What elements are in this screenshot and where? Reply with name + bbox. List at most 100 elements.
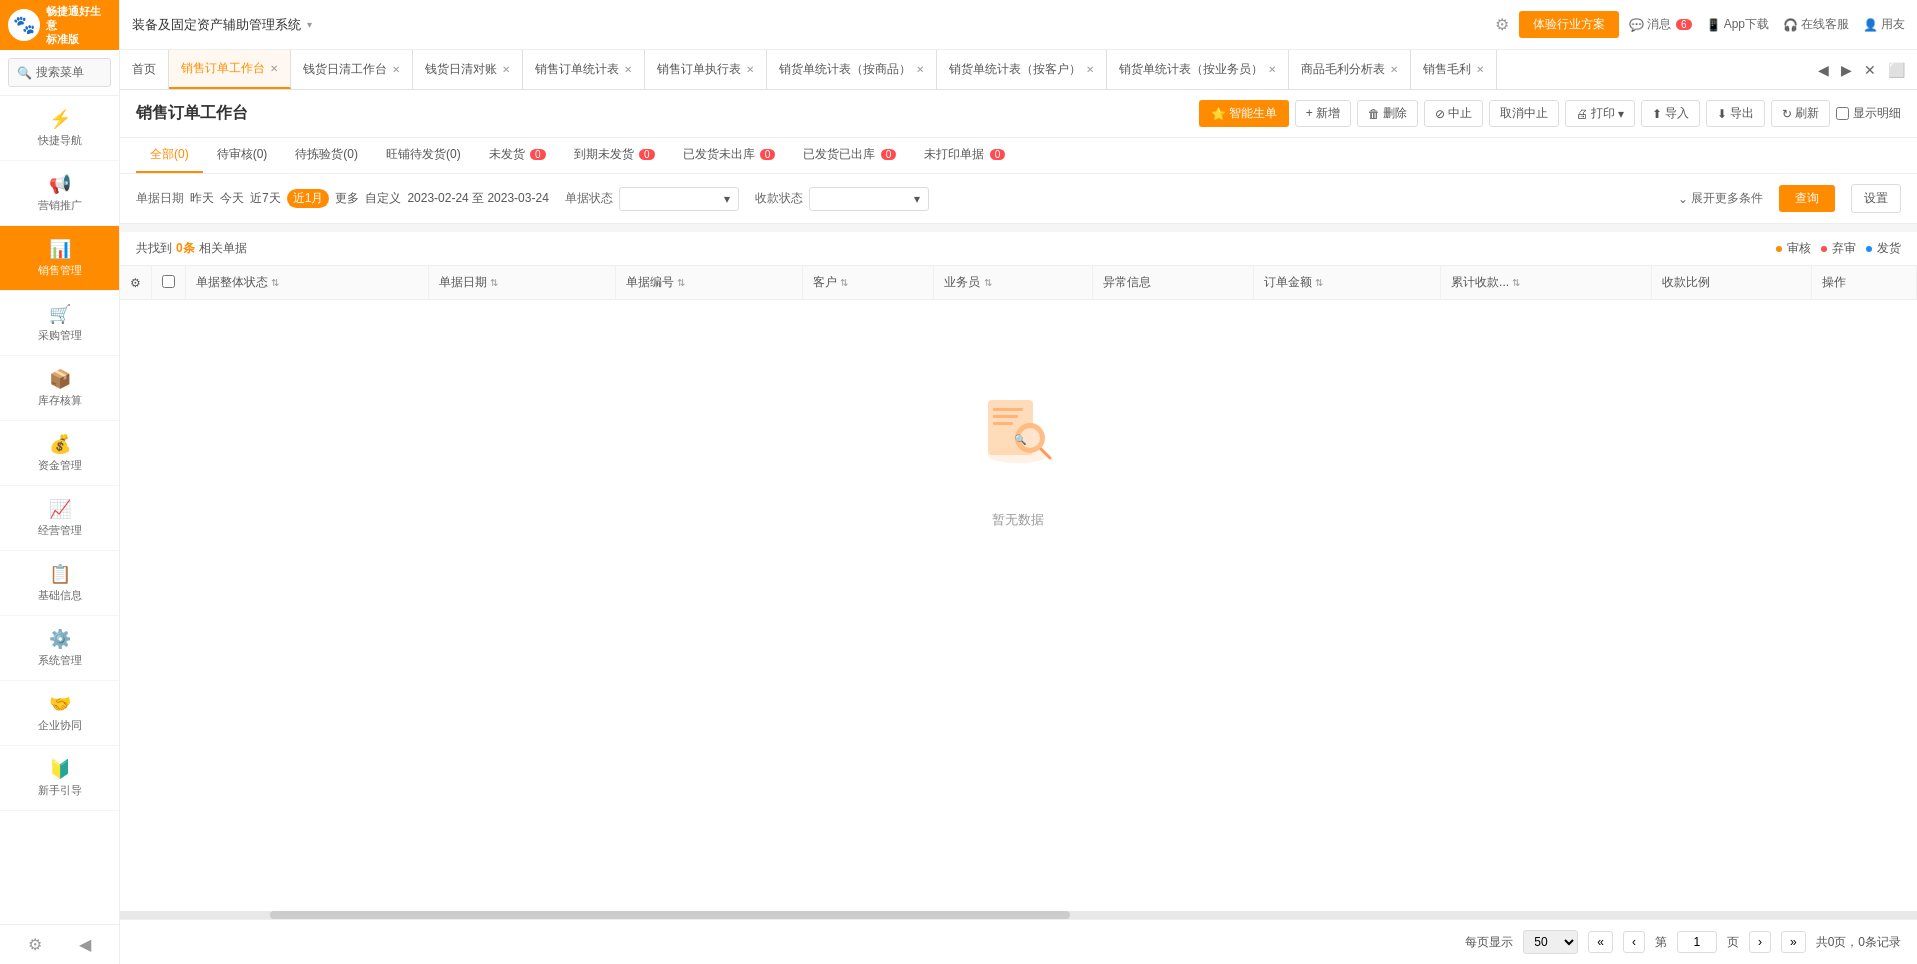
tab-profit[interactable]: 销售毛利 ✕ — [1411, 50, 1497, 89]
filter-date-yesterday[interactable]: 昨天 — [190, 190, 214, 207]
filter-payment-select[interactable]: ▾ — [809, 187, 929, 211]
sidebar-item-sales[interactable]: 📊 销售管理 — [0, 226, 119, 291]
filter-settings-button[interactable]: 设置 — [1851, 184, 1901, 213]
user-action[interactable]: 👤 用友 — [1863, 16, 1905, 33]
logo-line2: 标准版 — [46, 32, 111, 46]
subtab-shipped-stored[interactable]: 已发货已出库 0 — [789, 138, 910, 173]
sidebar-search[interactable]: 🔍 搜索菜单 — [0, 50, 119, 96]
sidebar-footer: ⚙ ◀ — [0, 924, 119, 964]
col-number[interactable]: 单据编号 ⇅ — [616, 266, 803, 300]
export-button[interactable]: ⬇ 导出 — [1706, 100, 1765, 127]
sidebar-item-system[interactable]: ⚙️ 系统管理 — [0, 616, 119, 681]
tab-sales-stats[interactable]: 销售订单统计表 ✕ — [523, 50, 645, 89]
tabs-scroll-right[interactable]: ▶ — [1837, 60, 1856, 80]
tab-cash-reconcile-close[interactable]: ✕ — [502, 64, 510, 75]
delete-button[interactable]: 🗑 删除 — [1357, 100, 1418, 127]
first-page-button[interactable]: « — [1588, 931, 1613, 953]
tab-cash-daily[interactable]: 钱货日清工作台 ✕ — [291, 50, 413, 89]
tab-sales-exec[interactable]: 销售订单执行表 ✕ — [645, 50, 767, 89]
tab-margin[interactable]: 商品毛利分析表 ✕ — [1289, 50, 1411, 89]
tab-sales-stats-close[interactable]: ✕ — [624, 64, 632, 75]
tab-cash-daily-close[interactable]: ✕ — [392, 64, 400, 75]
prev-page-button[interactable]: ‹ — [1623, 931, 1645, 953]
expand-filter-button[interactable]: ⌄ 展开更多条件 — [1678, 190, 1763, 207]
tab-sales-workbench[interactable]: 销售订单工作台 ✕ — [169, 50, 291, 89]
app-download-action[interactable]: 📱 App下载 — [1706, 16, 1769, 33]
tabs-maximize[interactable]: ⬜ — [1884, 60, 1909, 80]
filter-date-today[interactable]: 今天 — [220, 190, 244, 207]
tab-margin-close[interactable]: ✕ — [1390, 64, 1398, 75]
tab-home[interactable]: 首页 — [120, 50, 169, 89]
tab-summary-staff-close[interactable]: ✕ — [1268, 64, 1276, 75]
tab-summary-staff[interactable]: 销货单统计表（按业务员） ✕ — [1107, 50, 1289, 89]
footer-collapse-icon[interactable]: ◀ — [79, 935, 91, 954]
query-button[interactable]: 查询 — [1779, 185, 1835, 212]
review-button[interactable]: 审核 — [1776, 240, 1811, 257]
sidebar-item-inventory[interactable]: 📦 库存核算 — [0, 356, 119, 421]
subtab-pending-inspect[interactable]: 待拣验货(0) — [281, 138, 372, 173]
subtab-all[interactable]: 全部(0) — [136, 138, 203, 173]
sidebar-item-marketing[interactable]: 📢 营销推广 — [0, 161, 119, 226]
col-customer[interactable]: 客户 ⇅ — [803, 266, 934, 300]
tab-summary-customer-close[interactable]: ✕ — [1086, 64, 1094, 75]
tab-sales-workbench-close[interactable]: ✕ — [270, 63, 278, 74]
col-status[interactable]: 单据整体状态 ⇅ — [186, 266, 429, 300]
filter-date-1month[interactable]: 近1月 — [287, 189, 330, 208]
tab-summary-product[interactable]: 销货单统计表（按商品） ✕ — [767, 50, 937, 89]
ship-button[interactable]: 发货 — [1866, 240, 1901, 257]
subtab-unprinted[interactable]: 未打印单据 0 — [910, 138, 1019, 173]
unreviewed-button[interactable]: 弃审 — [1821, 240, 1856, 257]
filter-status-select[interactable]: ▾ — [619, 187, 739, 211]
tab-profit-close[interactable]: ✕ — [1476, 64, 1484, 75]
next-page-button[interactable]: › — [1749, 931, 1771, 953]
sidebar-item-finance[interactable]: 💰 资金管理 — [0, 421, 119, 486]
subtab-unshipped[interactable]: 未发货 0 — [475, 138, 560, 173]
subtab-pending-review[interactable]: 待审核(0) — [203, 138, 282, 173]
filter-date-7days[interactable]: 近7天 — [250, 190, 281, 207]
scrollbar-thumb[interactable] — [270, 911, 1070, 919]
per-page-select[interactable]: 50 10 20 100 — [1523, 930, 1578, 954]
horizontal-scrollbar[interactable] — [120, 911, 1917, 919]
filter-date-more[interactable]: 更多 — [335, 190, 359, 207]
online-service-action[interactable]: 🎧 在线客服 — [1783, 16, 1849, 33]
show-detail-checkbox[interactable] — [1836, 107, 1849, 120]
col-checkbox[interactable] — [152, 266, 186, 300]
refresh-button[interactable]: ↻ 刷新 — [1771, 100, 1830, 127]
sidebar-item-basic[interactable]: 📋 基础信息 — [0, 551, 119, 616]
stop-button[interactable]: ⊘ 中止 — [1424, 100, 1483, 127]
tabs-close-all[interactable]: ✕ — [1860, 60, 1880, 80]
footer-settings-icon[interactable]: ⚙ — [28, 935, 42, 954]
settings-gear-icon[interactable]: ⚙ — [1495, 15, 1509, 34]
sidebar-item-purchase[interactable]: 🛒 采购管理 — [0, 291, 119, 356]
subtab-wangpu[interactable]: 旺铺待发货(0) — [372, 138, 475, 173]
col-staff[interactable]: 业务员 ⇅ — [934, 266, 1093, 300]
select-all-checkbox[interactable] — [162, 275, 175, 288]
sidebar-item-guide[interactable]: 🔰 新手引导 — [0, 746, 119, 811]
add-button[interactable]: + 新增 — [1295, 100, 1351, 127]
import-button[interactable]: ⬆ 导入 — [1641, 100, 1700, 127]
trial-button[interactable]: 体验行业方案 — [1519, 11, 1619, 38]
messages-action[interactable]: 💬 消息 6 — [1629, 16, 1692, 33]
col-amount[interactable]: 订单金额 ⇅ — [1254, 266, 1441, 300]
search-menu-button[interactable]: 🔍 搜索菜单 — [8, 58, 111, 87]
page-input[interactable] — [1677, 931, 1717, 953]
col-collected[interactable]: 累计收款... ⇅ — [1441, 266, 1651, 300]
ai-button[interactable]: ⭐ 智能生单 — [1199, 100, 1289, 127]
print-button[interactable]: 🖨 打印 ▾ — [1565, 100, 1635, 127]
last-page-button[interactable]: » — [1781, 931, 1806, 953]
cancel-stop-button[interactable]: 取消中止 — [1489, 100, 1559, 127]
tab-cash-reconcile[interactable]: 钱货日清对账 ✕ — [413, 50, 523, 89]
sidebar-item-enterprise[interactable]: 🤝 企业协同 — [0, 681, 119, 746]
sidebar-item-quick-nav[interactable]: ⚡ 快捷导航 — [0, 96, 119, 161]
tab-summary-customer[interactable]: 销货单统计表（按客户） ✕ — [937, 50, 1107, 89]
subtab-overdue[interactable]: 到期未发货 0 — [560, 138, 669, 173]
col-date[interactable]: 单据日期 ⇅ — [428, 266, 615, 300]
tab-summary-product-close[interactable]: ✕ — [916, 64, 924, 75]
tab-sales-exec-close[interactable]: ✕ — [746, 64, 754, 75]
tabs-scroll-left[interactable]: ◀ — [1814, 60, 1833, 80]
show-detail-label[interactable]: 显示明细 — [1836, 105, 1901, 122]
filter-date-custom[interactable]: 自定义 — [365, 190, 401, 207]
subtab-shipped-not-stored[interactable]: 已发货未出库 0 — [669, 138, 790, 173]
col-gear[interactable]: ⚙ — [120, 266, 152, 300]
sidebar-item-operation[interactable]: 📈 经营管理 — [0, 486, 119, 551]
